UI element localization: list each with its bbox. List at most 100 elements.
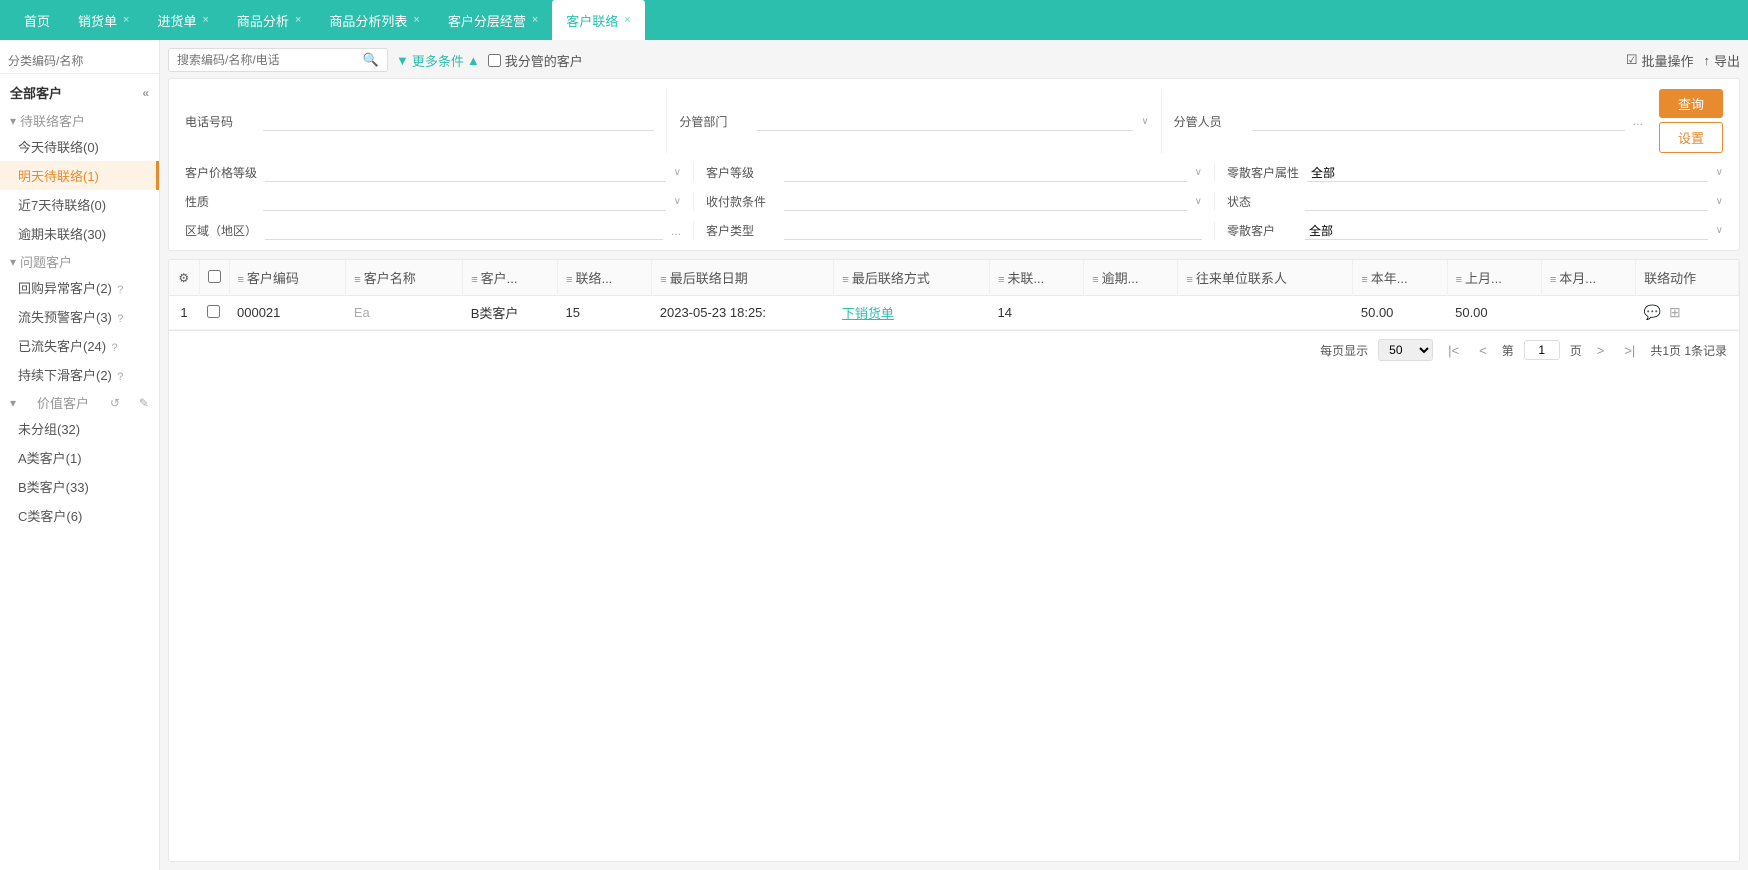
top-right-actions: ☑ 批量操作 ↑ 导出 [1626, 51, 1740, 70]
retail-customer-label: 零散客户 [1227, 222, 1297, 239]
col-settings[interactable]: ⚙ [169, 260, 199, 296]
sidebar-item-tomorrow-pending[interactable]: 明天待联络(1) [0, 161, 159, 190]
close-icon[interactable]: × [123, 14, 129, 26]
collapse-icon[interactable]: « [142, 86, 149, 100]
region-input[interactable] [265, 221, 663, 240]
filter-retail-customer: 零散客户 ∨ [1227, 221, 1723, 240]
col-contact[interactable]: ≡联络... [558, 260, 652, 296]
sidebar-search-input[interactable] [8, 54, 160, 68]
phone-input[interactable] [263, 112, 654, 131]
filter-row-1: 电话号码 分管部门 ∨ 分管人员 ... 查询 设置 [185, 89, 1723, 153]
col-last-contact-method[interactable]: ≡最后联络方式 [834, 260, 990, 296]
query-button[interactable]: 查询 [1659, 89, 1723, 118]
close-icon[interactable]: × [413, 14, 419, 26]
contact-action-icon[interactable]: 💬 [1644, 304, 1661, 321]
chevron-down-icon[interactable]: ∨ [1716, 225, 1723, 236]
col-last-contact-date[interactable]: ≡最后联络日期 [652, 260, 834, 296]
sidebar-item-repurchase-abnormal[interactable]: 回购异常客户(2) ? [0, 273, 159, 302]
row-name: Ea [346, 296, 463, 330]
price-level-input[interactable] [265, 163, 666, 182]
status-input[interactable] [1305, 192, 1708, 211]
nav-home[interactable]: 首页 [10, 0, 64, 40]
payment-input[interactable] [784, 192, 1187, 211]
sidebar-item-churn-warning[interactable]: 流失预警客户(3) ? [0, 302, 159, 331]
row-select-checkbox[interactable] [207, 305, 220, 318]
more-conditions-button[interactable]: ▼ 更多条件 ▲ [396, 51, 480, 70]
close-icon[interactable]: × [624, 14, 630, 26]
col-this-year[interactable]: ≡本年... [1353, 260, 1447, 296]
search-input[interactable] [177, 53, 363, 67]
nav-product-analysis[interactable]: 商品分析 × [223, 0, 315, 40]
nav-sales-order[interactable]: 销货单 × [64, 0, 143, 40]
sidebar-item-today-pending[interactable]: 今天待联络(0) [0, 132, 159, 161]
help-icon[interactable]: ? [111, 342, 117, 354]
page-suffix: 页 [1570, 342, 1582, 359]
chevron-down-icon[interactable]: ∨ [1195, 167, 1202, 178]
gender-input[interactable] [263, 192, 666, 211]
close-icon[interactable]: × [295, 14, 301, 26]
checkbox-icon: ☑ [1626, 52, 1638, 68]
col-unit-contact[interactable]: ≡往来单位联系人 [1178, 260, 1353, 296]
set-button[interactable]: 设置 [1659, 122, 1723, 153]
filter-dept: 分管部门 ∨ [679, 112, 1148, 131]
chevron-down-icon[interactable]: ∨ [1195, 196, 1202, 207]
more-action-icon[interactable]: ⊞ [1669, 304, 1681, 321]
per-page-select[interactable]: 50 100 200 [1378, 339, 1433, 361]
sidebar-item-overdue-pending[interactable]: 逾期未联络(30) [0, 219, 159, 248]
nav-purchase-order[interactable]: 进货单 × [143, 0, 222, 40]
refresh-icon[interactable]: ↺ [110, 396, 120, 410]
col-customer-code[interactable]: ≡客户编码 [229, 260, 346, 296]
row-uncontacted: 14 [989, 296, 1083, 330]
select-all-checkbox[interactable] [208, 270, 221, 283]
sidebar-item-ungrouped[interactable]: 未分组(32) [0, 414, 159, 443]
page-input[interactable] [1524, 340, 1560, 360]
col-uncontacted[interactable]: ≡未联... [989, 260, 1083, 296]
search-box[interactable]: 🔍 [168, 48, 388, 72]
sidebar-item-c-class[interactable]: C类客户(6) [0, 501, 159, 530]
manager-input[interactable] [1252, 112, 1625, 131]
col-customer-name[interactable]: ≡客户名称 [346, 260, 463, 296]
customer-type-input[interactable] [784, 221, 1202, 240]
last-page-button[interactable]: >| [1619, 341, 1640, 360]
all-customers-title[interactable]: 全部客户 « [0, 78, 159, 107]
nav-product-analysis-list[interactable]: 商品分析列表 × [315, 0, 433, 40]
my-customers-checkbox[interactable]: 我分管的客户 [488, 51, 583, 70]
next-page-button[interactable]: > [1592, 341, 1610, 360]
customer-level-input[interactable] [784, 163, 1187, 182]
sidebar-item-week-pending[interactable]: 近7天待联络(0) [0, 190, 159, 219]
retail-customer-input[interactable] [1305, 221, 1708, 240]
help-icon[interactable]: ? [117, 313, 123, 325]
edit-icon[interactable]: ✎ [139, 396, 149, 410]
sidebar-item-b-class[interactable]: B类客户(33) [0, 472, 159, 501]
chevron-down-icon[interactable]: ∨ [674, 196, 681, 207]
retail-attr-input[interactable] [1307, 163, 1708, 182]
sidebar-group-value: 价值客户 ↺ ✎ [0, 389, 159, 414]
close-icon[interactable]: × [532, 14, 538, 26]
chevron-down-icon[interactable]: ∨ [1716, 196, 1723, 207]
ellipsis-icon[interactable]: ... [671, 224, 681, 238]
col-last-month[interactable]: ≡上月... [1447, 260, 1541, 296]
export-button[interactable]: ↑ 导出 [1703, 51, 1740, 70]
first-page-button[interactable]: |< [1443, 341, 1464, 360]
sidebar-search-bar[interactable]: 🔍 [0, 48, 159, 74]
prev-page-button[interactable]: < [1474, 341, 1492, 360]
help-icon[interactable]: ? [117, 371, 123, 383]
nav-customer-tier[interactable]: 客户分层经营 × [434, 0, 552, 40]
nav-customer-contact[interactable]: 客户联络 × [552, 0, 644, 40]
my-customers-check-input[interactable] [488, 54, 501, 67]
chevron-down-icon[interactable]: ∨ [674, 167, 681, 178]
close-icon[interactable]: × [202, 14, 208, 26]
dept-input[interactable] [757, 112, 1133, 131]
sidebar-item-churned[interactable]: 已流失客户(24) ? [0, 331, 159, 360]
ellipsis-icon[interactable]: ... [1633, 114, 1643, 128]
col-overdue[interactable]: ≡逾期... [1084, 260, 1178, 296]
chevron-down-icon[interactable]: ∨ [1141, 116, 1148, 127]
sidebar-item-a-class[interactable]: A类客户(1) [0, 443, 159, 472]
help-icon[interactable]: ? [117, 284, 123, 296]
chevron-down-icon[interactable]: ∨ [1716, 167, 1723, 178]
search-icon[interactable]: 🔍 [363, 52, 379, 68]
batch-operation-button[interactable]: ☑ 批量操作 [1626, 51, 1694, 70]
col-customer-type[interactable]: ≡客户... [463, 260, 558, 296]
col-this-month[interactable]: ≡本月... [1541, 260, 1635, 296]
sidebar-item-declining[interactable]: 持续下滑客户(2) ? [0, 360, 159, 389]
